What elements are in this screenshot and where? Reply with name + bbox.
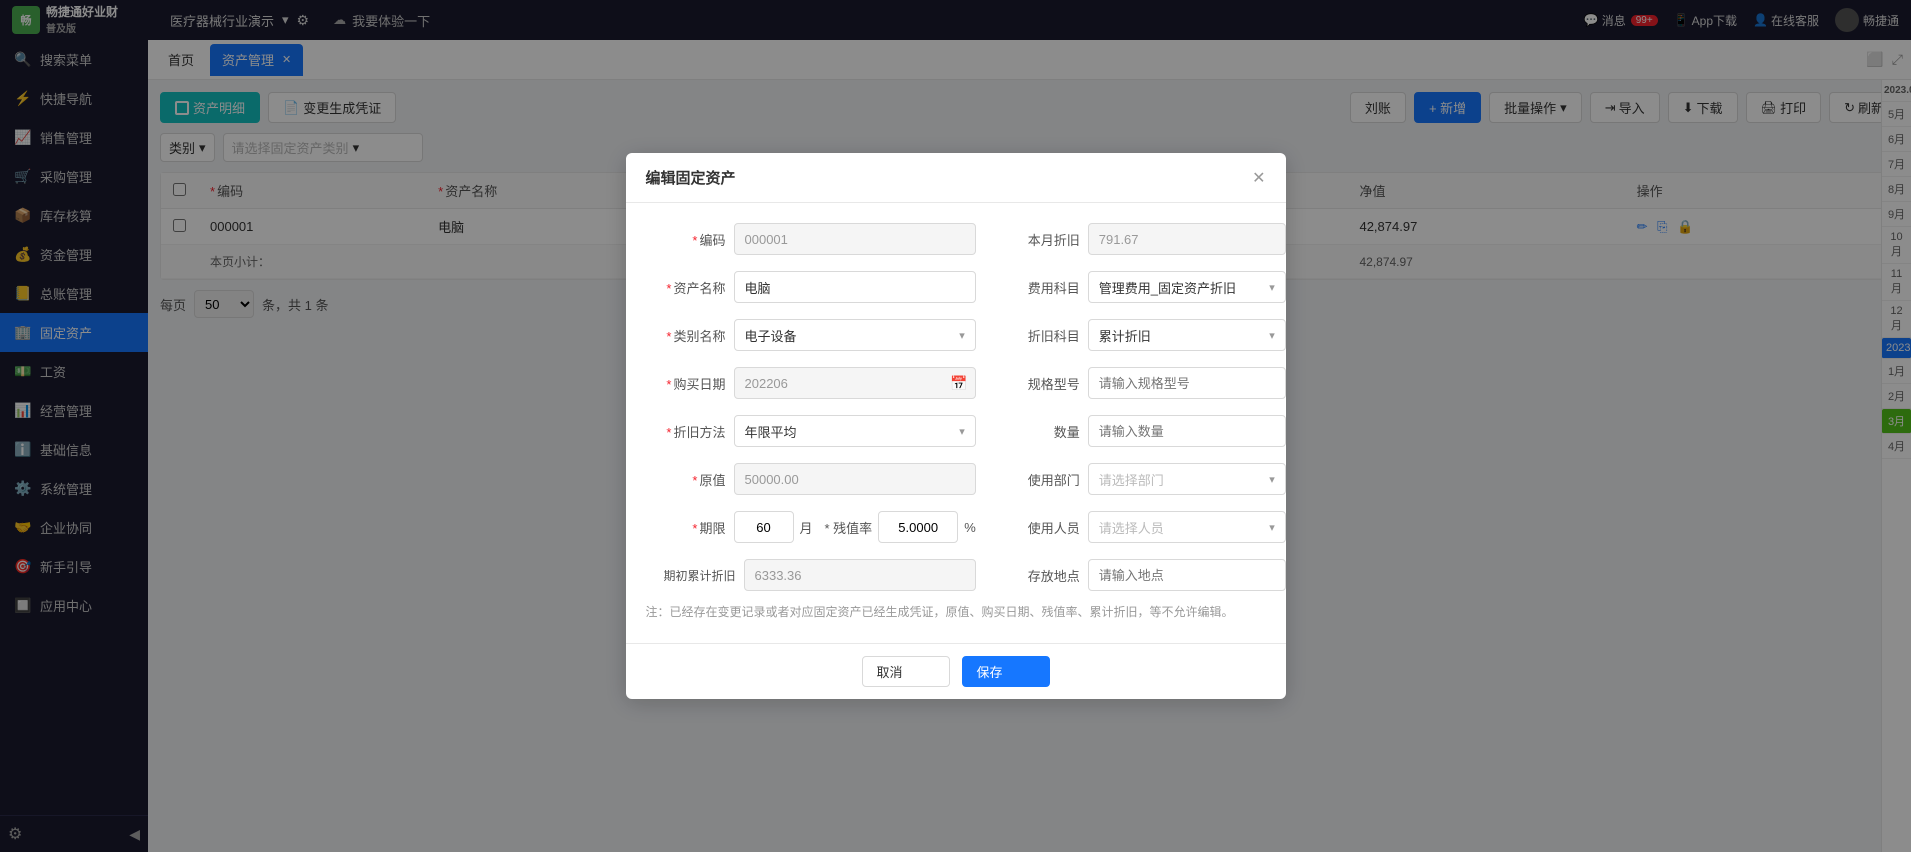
form-row-monthly-dep: 本月折旧 <box>1000 223 1286 255</box>
expense-subject-label: 费用科目 <box>1000 278 1080 297</box>
storage-label: 存放地点 <box>1000 566 1080 585</box>
asset-name-input[interactable] <box>734 271 976 303</box>
person-placeholder: 请选择人员 <box>1099 518 1164 537</box>
period-input[interactable] <box>734 511 794 543</box>
modal-title: 编辑固定资产 <box>646 167 736 188</box>
form-grid: *编码 本月折旧 *资产名称 费用科目 <box>646 223 1266 591</box>
modal-header: 编辑固定资产 ✕ <box>626 153 1286 203</box>
period-row: 月 * 残值率 % <box>734 511 976 543</box>
form-row-person: 使用人员 请选择人员 ▾ <box>1000 511 1286 543</box>
original-value-input[interactable] <box>734 463 976 495</box>
monthly-dep-input[interactable] <box>1088 223 1286 255</box>
period-label: *期限 <box>646 518 726 537</box>
dep-subject-arrow: ▾ <box>1269 329 1275 342</box>
original-value-label: *原值 <box>646 470 726 489</box>
asset-name-label: *资产名称 <box>646 278 726 297</box>
category-arrow: ▾ <box>959 329 965 342</box>
purchase-date-wrap: 📅 <box>734 367 976 399</box>
form-row-initial-dep: 期初累计折旧 <box>646 559 976 591</box>
residual-rate-label: * 残值率 <box>825 518 873 537</box>
dep-method-label: *折旧方法 <box>646 422 726 441</box>
department-label: 使用部门 <box>1000 470 1080 489</box>
category-name-select[interactable]: 电子设备 ▾ <box>734 319 976 351</box>
department-arrow: ▾ <box>1269 473 1275 486</box>
form-row-purchase-date: *购买日期 📅 <box>646 367 976 399</box>
cancel-button[interactable]: 取消 <box>862 656 950 687</box>
purchase-date-input[interactable] <box>734 367 976 399</box>
form-row-storage: 存放地点 <box>1000 559 1286 591</box>
code-input[interactable] <box>734 223 976 255</box>
form-row-original-value: *原值 <box>646 463 976 495</box>
residual-rate-unit: % <box>964 520 976 535</box>
department-placeholder: 请选择部门 <box>1099 470 1164 489</box>
modal-body: *编码 本月折旧 *资产名称 费用科目 <box>626 203 1286 642</box>
form-row-dep-method: *折旧方法 年限平均 ▾ <box>646 415 976 447</box>
category-name-value: 电子设备 <box>745 326 797 345</box>
dep-method-select[interactable]: 年限平均 ▾ <box>734 415 976 447</box>
purchase-date-label: *购买日期 <box>646 374 726 393</box>
residual-rate-input[interactable] <box>878 511 958 543</box>
dep-method-arrow: ▾ <box>959 425 965 438</box>
initial-dep-label: 期初累计折旧 <box>646 567 736 584</box>
spec-label: 规格型号 <box>1000 374 1080 393</box>
modal-note: 注：已经存在变更记录或者对应固定资产已经生成凭证，原值、购买日期、残值率、累计折… <box>646 603 1266 622</box>
expense-subject-value: 管理费用_固定资产折旧 <box>1099 278 1236 297</box>
quantity-input[interactable] <box>1088 415 1286 447</box>
period-unit: 月 <box>800 518 813 537</box>
form-row-spec: 规格型号 <box>1000 367 1286 399</box>
form-row-category: *类别名称 电子设备 ▾ <box>646 319 976 351</box>
modal-footer: 取消 保存 <box>626 643 1286 699</box>
expense-subject-select[interactable]: 管理费用_固定资产折旧 ▾ <box>1088 271 1286 303</box>
form-row-dep-subject: 折旧科目 累计折旧 ▾ <box>1000 319 1286 351</box>
form-row-expense-subject: 费用科目 管理费用_固定资产折旧 ▾ <box>1000 271 1286 303</box>
form-row-asset-name: *资产名称 <box>646 271 976 303</box>
person-label: 使用人员 <box>1000 518 1080 537</box>
spec-input[interactable] <box>1088 367 1286 399</box>
calendar-icon[interactable]: 📅 <box>950 375 967 392</box>
form-row-period: *期限 月 * 残值率 % <box>646 511 976 543</box>
monthly-dep-label: 本月折旧 <box>1000 230 1080 249</box>
save-button[interactable]: 保存 <box>962 656 1050 687</box>
person-arrow: ▾ <box>1269 521 1275 534</box>
modal-close-btn[interactable]: ✕ <box>1252 168 1265 188</box>
quantity-label: 数量 <box>1000 422 1080 441</box>
person-select[interactable]: 请选择人员 ▾ <box>1088 511 1286 543</box>
storage-input[interactable] <box>1088 559 1286 591</box>
department-select[interactable]: 请选择部门 ▾ <box>1088 463 1286 495</box>
dep-subject-value: 累计折旧 <box>1099 326 1151 345</box>
form-row-quantity: 数量 <box>1000 415 1286 447</box>
dep-subject-select[interactable]: 累计折旧 ▾ <box>1088 319 1286 351</box>
expense-subject-arrow: ▾ <box>1269 281 1275 294</box>
code-label: *编码 <box>646 230 726 249</box>
form-row-department: 使用部门 请选择部门 ▾ <box>1000 463 1286 495</box>
edit-asset-modal: 编辑固定资产 ✕ *编码 本月折旧 <box>626 153 1286 698</box>
form-row-code: *编码 <box>646 223 976 255</box>
dep-subject-label: 折旧科目 <box>1000 326 1080 345</box>
dep-method-value: 年限平均 <box>745 422 797 441</box>
initial-dep-input[interactable] <box>744 559 976 591</box>
modal-overlay: 编辑固定资产 ✕ *编码 本月折旧 <box>0 0 1911 852</box>
category-name-label: *类别名称 <box>646 326 726 345</box>
